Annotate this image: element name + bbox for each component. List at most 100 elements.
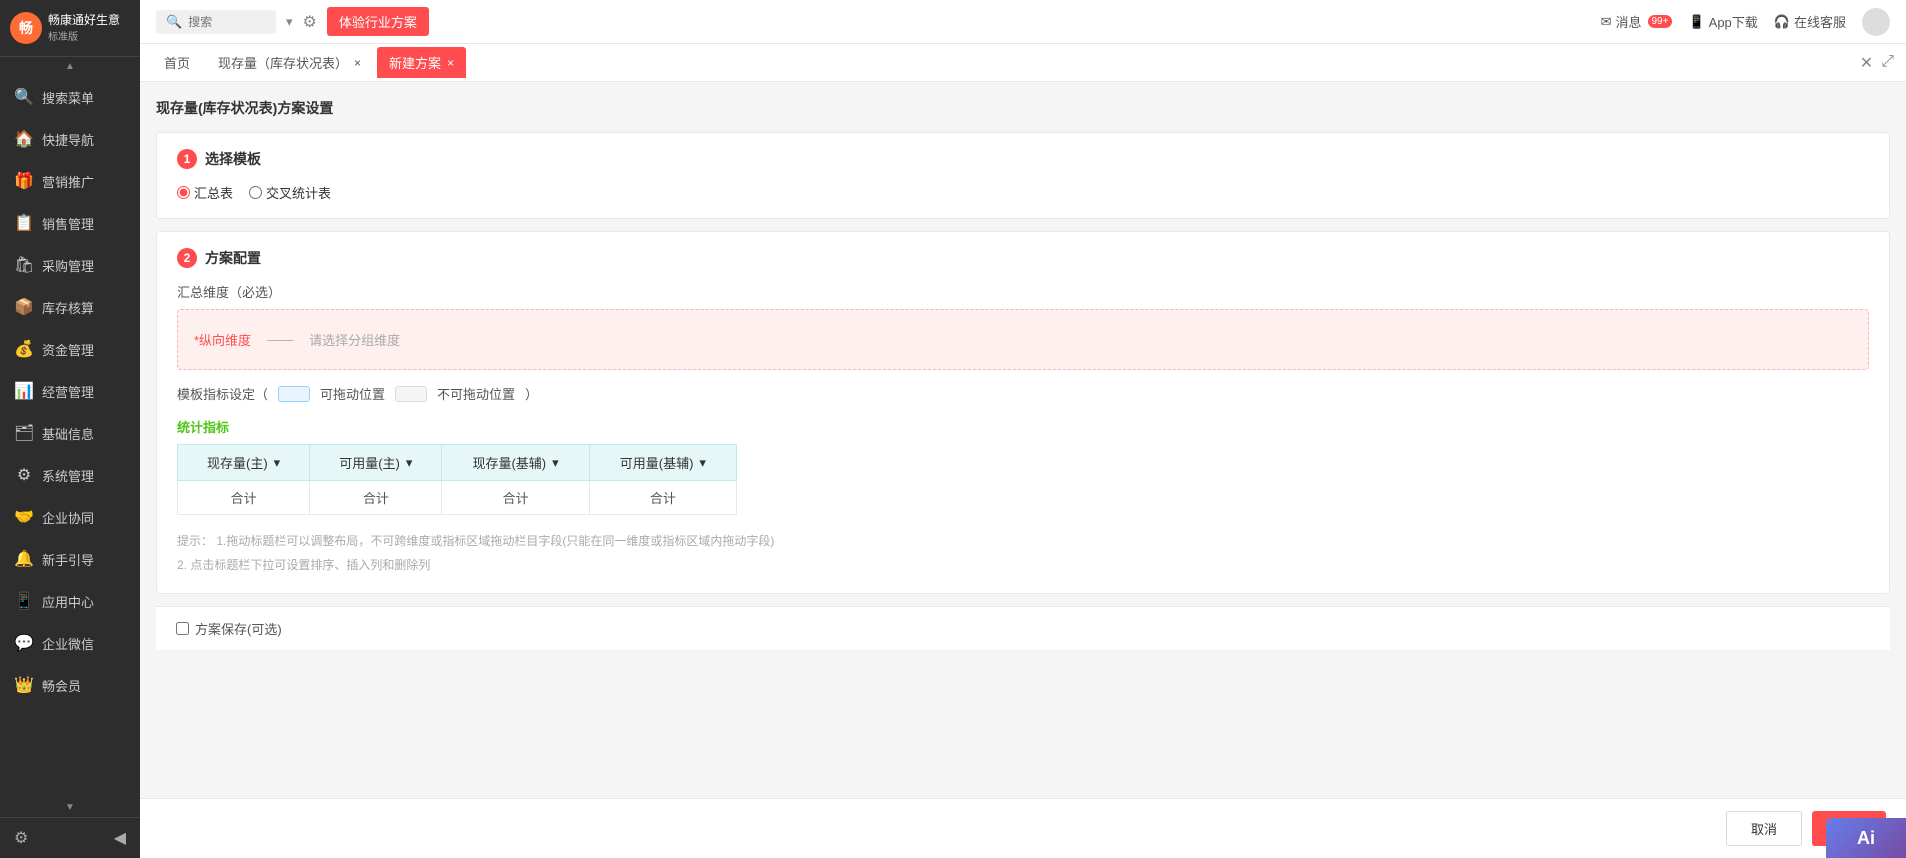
sidebar-label-purchase: 采购管理 [42,256,94,275]
settings-icon[interactable]: ⚙ [14,828,28,848]
save-option-section: 方案保存(可选) [156,606,1890,650]
customer-service-button[interactable]: 🎧 在线客服 [1774,12,1846,31]
dimension-box[interactable]: *纵向维度 —— 请选择分组维度 [177,309,1869,370]
th-available-main-label: 可用量(主) [339,453,400,472]
movable-label: 可拖动位置 [320,384,385,403]
sidebar-item-search-menu[interactable]: 🔍 搜索菜单 [0,76,140,118]
logo-icon: 畅 [10,12,42,44]
tab-home[interactable]: 首页 [152,47,202,78]
main-area: 🔍 ▾ ⚙ 体验行业方案 ✉ 消息 99+ 📱 App下载 🎧 在线客服 [140,0,1906,858]
trial-button[interactable]: 体验行业方案 [327,7,429,36]
app-download-button[interactable]: 📱 App下载 [1688,12,1757,31]
messages-badge: 99+ [1648,15,1673,28]
th-available-main[interactable]: 可用量(主) ▾ [310,445,442,481]
th-current-aux[interactable]: 现存量(基辅) ▾ [442,445,589,481]
sidebar-icon-sales: 📋 [14,213,34,233]
dimension-dash: —— [267,332,293,347]
sidebar-item-new-guide[interactable]: 🔔 新手引导 [0,538,140,580]
sidebar-icon-inventory: 📦 [14,297,34,317]
topbar-right: ✉ 消息 99+ 📱 App下载 🎧 在线客服 [1601,8,1890,36]
section2-header: 2 方案配置 [177,248,1869,268]
tab-inventory[interactable]: 现存量（库存状况表） × [206,47,373,78]
sidebar-scroll-up[interactable]: ▲ [0,57,140,76]
tab-new-plan[interactable]: 新建方案 × [377,47,466,78]
dropdown-icon[interactable]: ▾ [286,14,293,30]
dimension-required-text: *纵向维度 [194,330,251,349]
tip-1: 1.拖动标题栏可以调整布局，不可跨维度或指标区域拖动栏目字段(只能在同一维度或指… [216,534,774,548]
tip-2: 2. 点击标题栏下拉可设置排序、插入列和删除列 [177,553,1869,577]
sidebar-item-cooperation[interactable]: 🤝企业协同 [0,496,140,538]
topbar-left: 🔍 ▾ ⚙ 体验行业方案 [156,7,429,36]
sidebar-item-finance[interactable]: 💰资金管理 [0,328,140,370]
sidebar-item-sales[interactable]: 📋销售管理 [0,202,140,244]
th-available-aux-dropdown[interactable]: ▾ [699,455,706,471]
sidebar-icon-members: 👑 [14,675,34,695]
sidebar-item-app-center[interactable]: 📱应用中心 [0,580,140,622]
topbar: 🔍 ▾ ⚙ 体验行业方案 ✉ 消息 99+ 📱 App下载 🎧 在线客服 [140,0,1906,44]
collapse-icon[interactable]: ◀ [114,828,126,848]
sidebar-item-system[interactable]: ⚙系统管理 [0,454,140,496]
th-current-main-label: 现存量(主) [207,453,268,472]
expand-icon[interactable]: ⤢ [1881,53,1894,73]
th-available-aux-label: 可用量(基辅) [620,453,694,472]
sidebar-icon-purchase: 🛍 [14,255,34,275]
topbar-settings-icon[interactable]: ⚙ [303,12,317,32]
sidebar-item-marketing[interactable]: 🎁营销推广 [0,160,140,202]
sidebar-bottom: ⚙ ◀ [0,817,140,858]
sidebar-item-quick-nav[interactable]: 🏠快捷导航 [0,118,140,160]
search-input[interactable] [188,15,268,29]
sidebar-item-purchase[interactable]: 🛍 采购管理 [0,244,140,286]
template-radio-group: 汇总表 交叉统计表 [177,183,1869,202]
sidebar-icon-enterprise-wechat: 💬 [14,633,34,653]
sidebar-label-search-menu: 搜索菜单 [42,88,94,107]
messages-button[interactable]: ✉ 消息 99+ [1601,12,1673,31]
tabbar-actions: ✕ ⤢ [1860,53,1894,73]
table-cell-0-2: 合计 [442,481,589,515]
new-plan-tab-label: 新建方案 [389,53,441,72]
section1-num: 1 [177,149,197,169]
sidebar-icon-search-menu: 🔍 [14,87,34,107]
inventory-tab-close[interactable]: × [354,56,361,70]
sidebar-icon-marketing: 🎁 [14,171,34,191]
user-avatar[interactable] [1862,8,1890,36]
ai-badge[interactable]: Ai [1826,818,1906,858]
sidebar: 畅 畅康通好生意 标准版 ▲ 🔍 搜索菜单 🏠快捷导航🎁营销推广📋销售管理 🛍 采购管理… [0,0,140,858]
customer-service-label: 在线客服 [1794,12,1846,31]
th-available-main-dropdown[interactable]: ▾ [406,455,413,471]
th-available-aux[interactable]: 可用量(基辅) ▾ [589,445,736,481]
sidebar-item-enterprise-wechat[interactable]: 💬企业微信 [0,622,140,664]
sidebar-item-operations[interactable]: 📊经营管理 [0,370,140,412]
sidebar-label-operations: 经营管理 [42,382,94,401]
radio-cross-input[interactable] [249,186,262,199]
save-checkbox-label[interactable]: 方案保存(可选) [176,619,282,638]
sidebar-label-quick-nav: 快捷导航 [42,130,94,149]
radio-summary[interactable]: 汇总表 [177,183,233,202]
sidebar-label-new-guide: 新手引导 [42,550,94,569]
sidebar-item-inventory[interactable]: 📦 库存核算 [0,286,140,328]
th-current-main-dropdown[interactable]: ▾ [274,455,281,471]
template-indicator-row: 模板指标设定（ 可拖动位置 不可拖动位置 ） [177,384,1869,403]
new-plan-tab-close[interactable]: × [447,56,454,70]
page-title: 现存量(库存状况表)方案设置 [156,98,1890,118]
sidebar-scroll-down[interactable]: ▼ [0,798,140,817]
sidebar-logo: 畅 畅康通好生意 标准版 [0,0,140,57]
tabbar: 首页 现存量（库存状况表） × 新建方案 × ✕ ⤢ [140,44,1906,82]
radio-cross[interactable]: 交叉统计表 [249,183,331,202]
sidebar-nav: 🔍 搜索菜单 🏠快捷导航🎁营销推广📋销售管理 🛍 采购管理 📦 库存核算 💰资金管理📊经营管理… [0,76,140,798]
home-tab-label: 首页 [164,53,190,72]
th-current-aux-dropdown[interactable]: ▾ [552,455,559,471]
messages-label: 消息 [1615,12,1641,31]
close-panel-icon[interactable]: ✕ [1860,53,1873,73]
sidebar-icon-new-guide: 🔔 [14,549,34,569]
search-box[interactable]: 🔍 [156,10,276,34]
save-checkbox[interactable] [176,622,189,635]
stats-section-title: 统计指标 [177,417,1869,436]
cancel-button[interactable]: 取消 [1726,811,1802,846]
sidebar-label-inventory: 库存核算 [42,298,94,317]
radio-summary-input[interactable] [177,186,190,199]
sidebar-icon-app-center: 📱 [14,591,34,611]
section-plan-config: 2 方案配置 汇总维度（必选） *纵向维度 —— 请选择分组维度 模板指标设定（… [156,231,1890,594]
th-current-main[interactable]: 现存量(主) ▾ [178,445,310,481]
sidebar-item-members[interactable]: 👑畅会员 [0,664,140,706]
sidebar-item-basic-info[interactable]: 🗂基础信息 [0,412,140,454]
